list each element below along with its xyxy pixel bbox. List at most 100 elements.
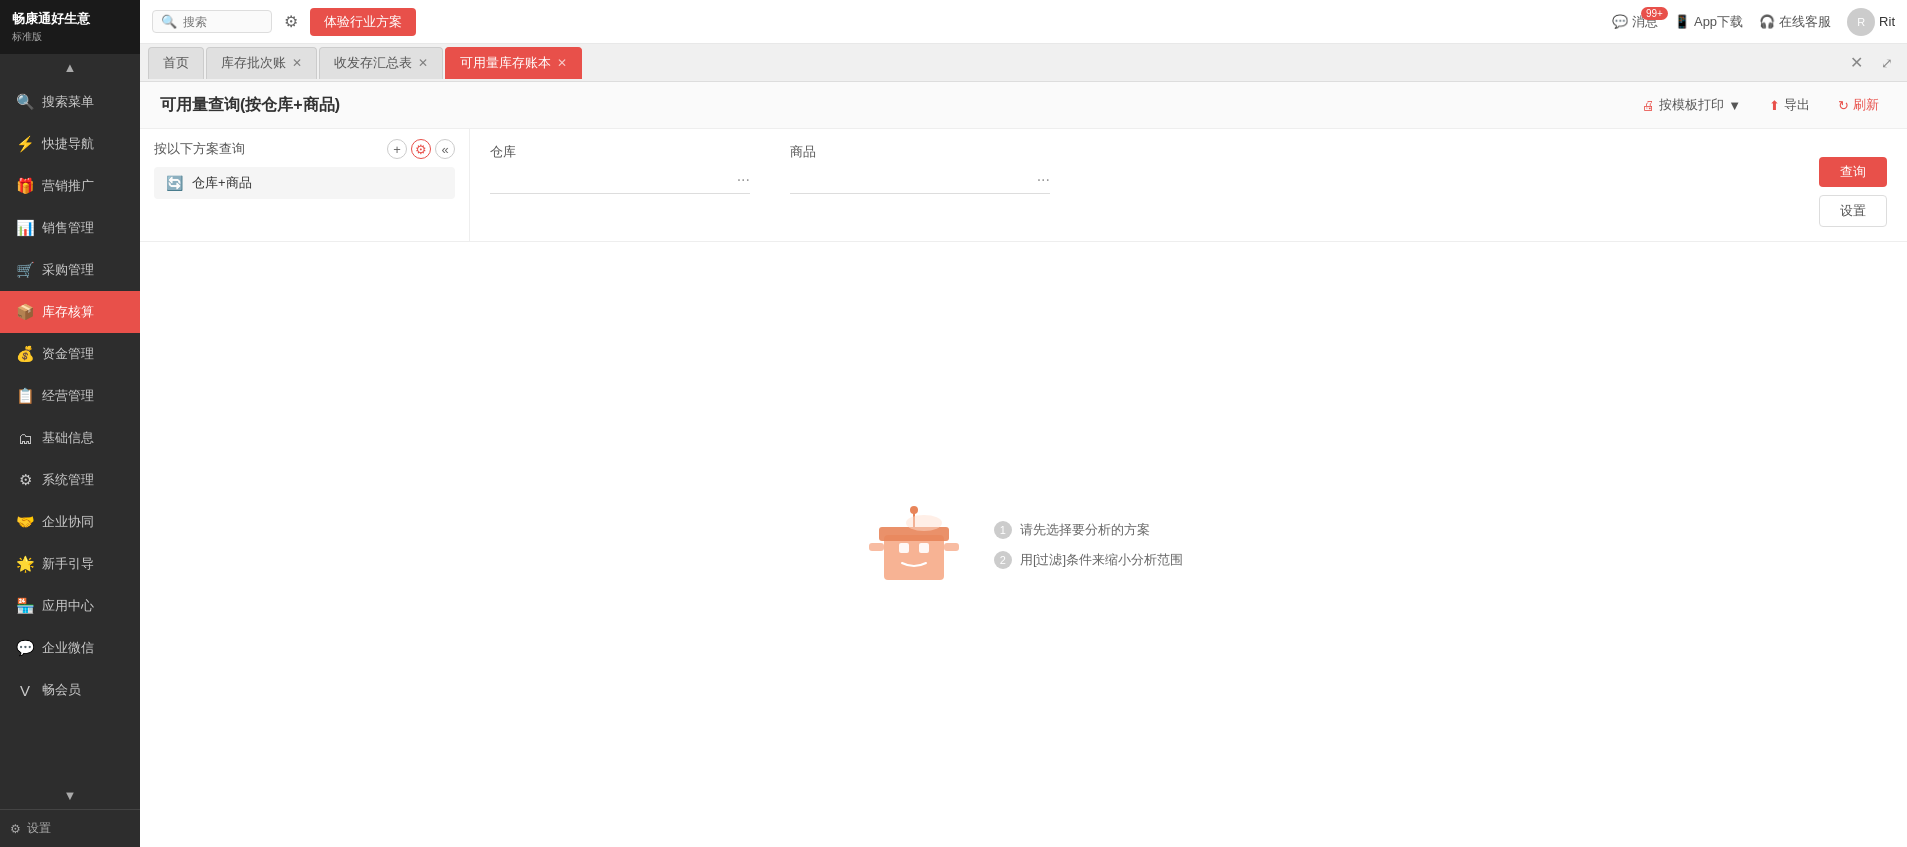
sidebar-item-finance[interactable]: 💰资金管理 [0, 333, 140, 375]
scheme-item-warehouse_product[interactable]: 🔄仓库+商品 [154, 167, 455, 199]
sidebar-item-base[interactable]: 🗂基础信息 [0, 417, 140, 459]
tab-close-collect[interactable]: ✕ [418, 56, 428, 70]
tabs-actions: ✕ ⤢ [1844, 51, 1899, 74]
app-title: 畅康通好生意 [12, 10, 128, 28]
message-button[interactable]: 💬 消息 99+ [1612, 13, 1658, 31]
sidebar-item-inventory[interactable]: 📦库存核算 [0, 291, 140, 333]
scheme-icon-warehouse_product: 🔄 [164, 173, 184, 193]
export-button[interactable]: ⬆ 导出 [1761, 92, 1818, 118]
sidebar-item-wxwork[interactable]: 💬企业微信 [0, 627, 140, 669]
filter-field-warehouse: 仓库 ··· [490, 143, 750, 194]
filter-input-field-warehouse[interactable] [490, 173, 731, 188]
online-service-button[interactable]: 🎧 在线客服 [1759, 13, 1831, 31]
sidebar-item-search[interactable]: 🔍搜索菜单 [0, 81, 140, 123]
page-header-actions: 🖨 按模板打印 ▼ ⬆ 导出 ↻ 刷新 [1634, 92, 1887, 118]
refresh-icon: ↻ [1838, 98, 1849, 113]
sidebar-nav: 🔍搜索菜单⚡快捷导航🎁营销推广📊销售管理🛒采购管理📦库存核算💰资金管理 📋 经营管理… [0, 81, 140, 782]
app-download-button[interactable]: 📱 App下载 [1674, 13, 1743, 31]
tab-close-available[interactable]: ✕ [557, 56, 567, 70]
sidebar-item-appcenter[interactable]: 🏪 应用中心 [0, 585, 140, 627]
svg-rect-6 [869, 543, 884, 551]
tab-home[interactable]: 首页 [148, 47, 204, 79]
tab-label-collect: 收发存汇总表 [334, 54, 412, 72]
close-tab-button[interactable]: ✕ [1844, 51, 1869, 74]
tip-text-2: 用[过滤]条件来缩小分析范围 [1020, 551, 1183, 569]
tab-label-home: 首页 [163, 54, 189, 72]
filter-action-buttons: 查询 设置 [1819, 143, 1887, 227]
sidebar-scroll-down[interactable]: ▼ [0, 782, 140, 809]
filter-dots-warehouse[interactable]: ··· [737, 171, 750, 189]
refresh-button[interactable]: ↻ 刷新 [1830, 92, 1887, 118]
svg-rect-2 [899, 543, 909, 553]
sidebar-label-base: 基础信息 [42, 429, 94, 447]
sidebar-label-purchase: 采购管理 [42, 261, 94, 279]
tab-collect[interactable]: 收发存汇总表 ✕ [319, 47, 443, 79]
sidebar-scroll-up[interactable]: ▲ [0, 54, 140, 81]
service-icon: 🎧 [1759, 14, 1775, 29]
topbar-gear-icon[interactable]: ⚙ [280, 8, 302, 35]
sidebar-icon-appcenter: 🏪 [16, 597, 34, 615]
sidebar-item-vip[interactable]: V畅会员 [0, 669, 140, 711]
filter-dots-product[interactable]: ··· [1037, 171, 1050, 189]
sidebar-icon-system: ⚙ [16, 471, 34, 489]
svg-rect-0 [884, 535, 944, 580]
resize-tab-button[interactable]: ⤢ [1875, 53, 1899, 73]
app-icon: 📱 [1674, 14, 1690, 29]
filter-label-warehouse: 仓库 [490, 143, 750, 161]
sidebar-label-newuser: 新手引导 [42, 555, 94, 573]
tip-num-1: 1 [994, 521, 1012, 539]
add-scheme-button[interactable]: + [387, 139, 407, 159]
sidebar-item-operation[interactable]: 📋 经营管理 [0, 375, 140, 417]
query-button[interactable]: 查询 [1819, 157, 1887, 187]
sidebar-item-shortcut[interactable]: ⚡快捷导航 [0, 123, 140, 165]
filter-right-panel: 仓库 ··· 商品 ··· 查询 设置 [470, 129, 1907, 241]
app-download-label: App下载 [1694, 13, 1743, 31]
sidebar-icon-newuser: 🌟 [16, 555, 34, 573]
sidebar-label-sales: 销售管理 [42, 219, 94, 237]
sidebar-label-operation: 经营管理 [42, 387, 94, 405]
empty-state: 1请先选择要分析的方案2用[过滤]条件来缩小分析范围 [140, 242, 1907, 847]
filter-fields: 仓库 ··· 商品 ··· [490, 143, 1050, 194]
filter-input-product[interactable]: ··· [790, 167, 1050, 194]
sidebar-label-vip: 畅会员 [42, 681, 81, 699]
topbar-search-box[interactable]: 🔍 [152, 10, 272, 33]
sidebar-label-appcenter: 应用中心 [42, 597, 94, 615]
sidebar-item-system[interactable]: ⚙系统管理 [0, 459, 140, 501]
app-subtitle: 标准版 [12, 30, 128, 44]
scheme-settings-button[interactable]: ⚙ [411, 139, 431, 159]
filter-left-panel: 按以下方案查询 + ⚙ « 🔄仓库+商品 [140, 129, 470, 241]
scheme-collapse-button[interactable]: « [435, 139, 455, 159]
industry-solution-button[interactable]: 体验行业方案 [310, 8, 416, 36]
sidebar-bottom-settings[interactable]: ⚙ 设置 [0, 809, 140, 847]
empty-tip-1: 1请先选择要分析的方案 [994, 521, 1183, 539]
filter-scheme-title: 按以下方案查询 [154, 140, 245, 158]
print-label: 按模板打印 [1659, 96, 1724, 114]
sidebar-item-enterprise[interactable]: 🤝企业协同 [0, 501, 140, 543]
export-icon: ⬆ [1769, 98, 1780, 113]
tab-close-batch[interactable]: ✕ [292, 56, 302, 70]
sidebar-item-marketing[interactable]: 🎁营销推广 [0, 165, 140, 207]
sidebar-item-sales[interactable]: 📊销售管理 [0, 207, 140, 249]
sidebar-label-shortcut: 快捷导航 [42, 135, 94, 153]
print-button[interactable]: 🖨 按模板打印 ▼ [1634, 92, 1749, 118]
svg-rect-7 [944, 543, 959, 551]
sidebar-item-newuser[interactable]: 🌟 新手引导 [0, 543, 140, 585]
sidebar-item-purchase[interactable]: 🛒采购管理 [0, 249, 140, 291]
filter-input-field-product[interactable] [790, 173, 1031, 188]
avatar-initials: R [1857, 16, 1865, 28]
user-avatar[interactable]: R Rit [1847, 8, 1895, 36]
setting-button[interactable]: 设置 [1819, 195, 1887, 227]
topbar: 🔍 ⚙ 体验行业方案 💬 消息 99+ 📱 App下载 🎧 在线客服 R [140, 0, 1907, 44]
filter-scheme-actions: + ⚙ « [387, 139, 455, 159]
print-dropdown-icon[interactable]: ▼ [1728, 98, 1741, 113]
svg-point-5 [910, 506, 918, 514]
sidebar-icon-operation: 📋 [16, 387, 34, 405]
search-input[interactable] [183, 15, 263, 29]
search-icon: 🔍 [161, 14, 177, 29]
filter-input-warehouse[interactable]: ··· [490, 167, 750, 194]
tab-batch[interactable]: 库存批次账 ✕ [206, 47, 317, 79]
tab-available[interactable]: 可用量库存账本✕ [445, 47, 582, 79]
tab-label-batch: 库存批次账 [221, 54, 286, 72]
message-badge: 99+ [1641, 7, 1668, 20]
filter-field-product: 商品 ··· [790, 143, 1050, 194]
